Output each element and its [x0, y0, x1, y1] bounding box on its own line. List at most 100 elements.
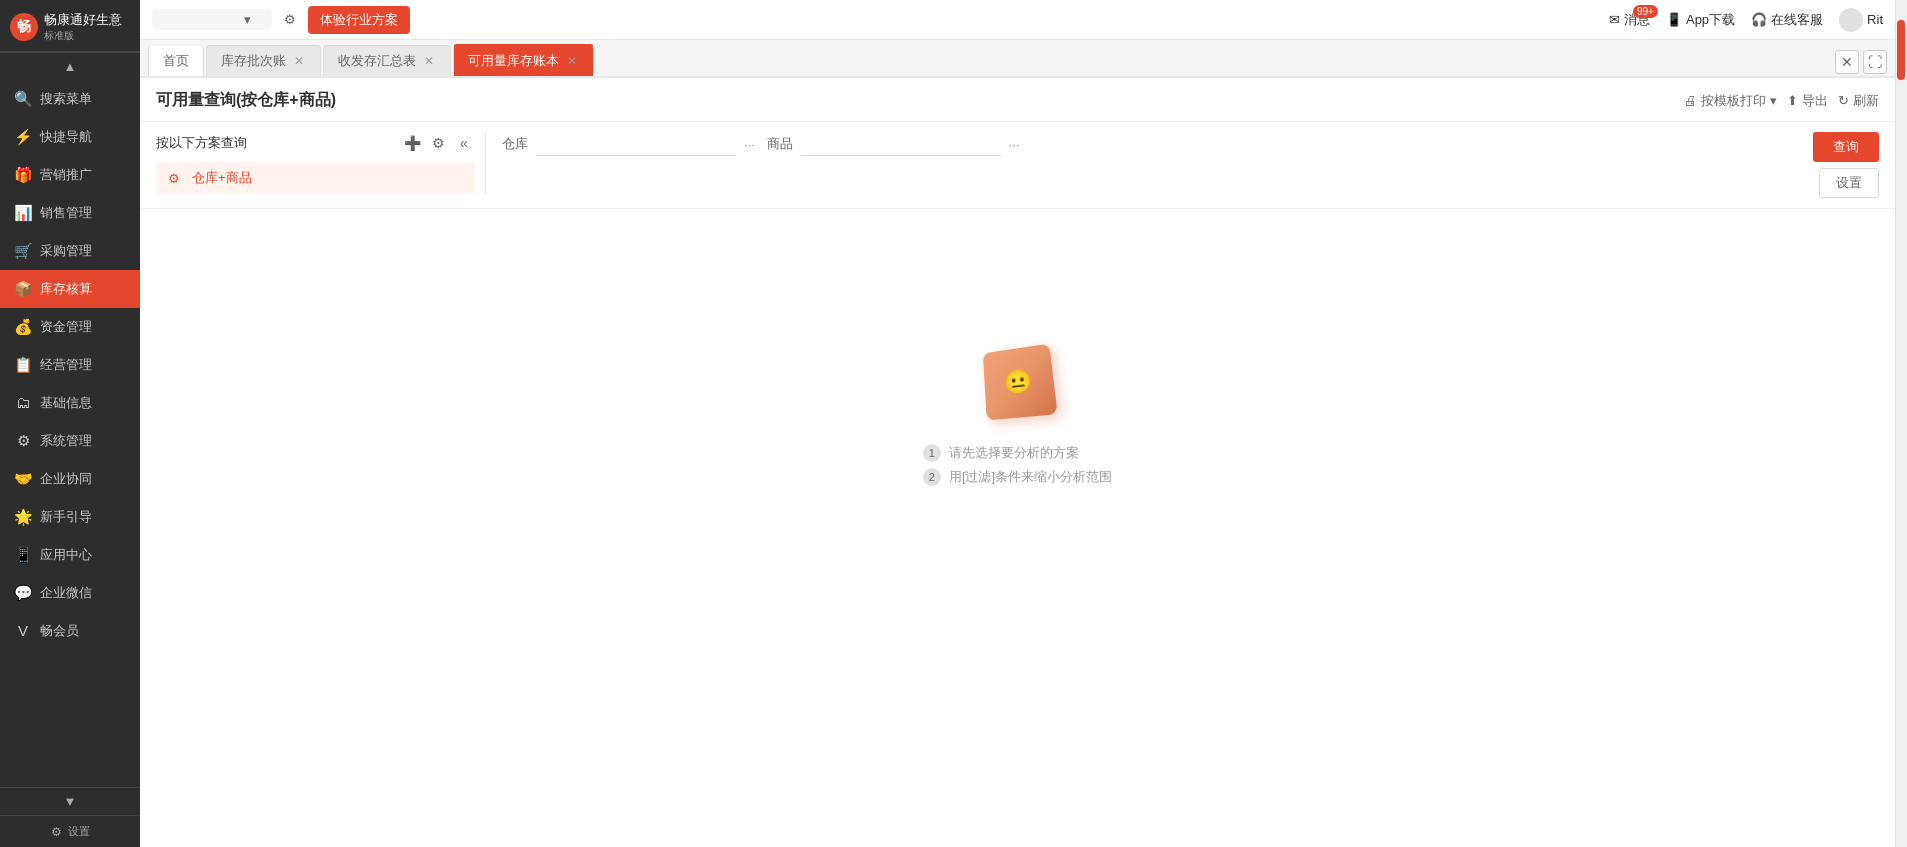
headset-icon: 🎧	[1751, 12, 1767, 27]
sidebar-item-system[interactable]: ⚙ 系统管理	[0, 422, 140, 460]
tab-home[interactable]: 首页	[148, 46, 204, 76]
filter-field-warehouse: 仓库 ···	[502, 132, 755, 156]
warehouse-input[interactable]	[536, 132, 736, 156]
close-icon: ✕	[1841, 54, 1853, 70]
sidebar-item-label: 系统管理	[40, 432, 92, 450]
inventory-icon: 📦	[14, 280, 32, 298]
add-scheme-btn[interactable]: ➕	[401, 132, 423, 154]
industry-btn[interactable]: 体验行业方案	[308, 6, 410, 34]
product-more-btn[interactable]: ···	[1009, 137, 1020, 152]
sidebar-item-shortcut[interactable]: ⚡ 快捷导航	[0, 118, 140, 156]
hint-text-2: 用[过滤]条件来缩小分析范围	[949, 468, 1112, 486]
sidebar-item-base[interactable]: 🗂 基础信息	[0, 384, 140, 422]
sidebar-logo: 畅 畅康通好生意 标准版	[10, 12, 130, 43]
wechat-icon: 💬	[14, 584, 32, 602]
filter-fields: 仓库 ··· 商品 ··· 查询 设置	[486, 132, 1879, 198]
sidebar-item-inventory[interactable]: 📦 库存核算	[0, 270, 140, 308]
filter-buttons: 查询 设置	[1813, 132, 1879, 198]
refresh-icon: ↻	[1838, 93, 1849, 108]
tab-label-available: 可用量库存账本	[468, 52, 559, 70]
sidebar-item-search[interactable]: 🔍 搜索菜单	[0, 80, 140, 118]
sidebar-nav: 🔍 搜索菜单 ⚡ 快捷导航 🎁 营销推广 📊 销售管理 🛒 采购管理 📦 库存核…	[0, 80, 140, 787]
message-badge: 99+	[1633, 5, 1658, 18]
filter-schemes-header: 按以下方案查询 ➕ ⚙ «	[156, 132, 475, 154]
sidebar-item-sales[interactable]: 📊 销售管理	[0, 194, 140, 232]
empty-state: 😐 1 请先选择要分析的方案 2 用[过滤]条件来缩小分析范围	[140, 209, 1895, 609]
filter-settings-btn[interactable]: 设置	[1819, 168, 1879, 198]
fullscreen-btn[interactable]: ⛶	[1863, 50, 1887, 74]
scheme-item-warehouse-product[interactable]: ⚙ 仓库+商品	[156, 162, 475, 194]
sales-icon: 📊	[14, 204, 32, 222]
page-title: 可用量查询(按仓库+商品)	[156, 90, 336, 111]
header-gear-btn[interactable]: ⚙	[280, 8, 300, 31]
empty-illustration: 😐	[968, 332, 1068, 432]
message-icon: ✉	[1609, 12, 1620, 27]
box-face-icon: 😐	[1002, 367, 1034, 398]
sidebar-item-label: 企业微信	[40, 584, 92, 602]
print-btn[interactable]: 🖨 按模板打印 ▾	[1684, 92, 1777, 110]
online-service-btn[interactable]: 🎧 在线客服	[1751, 11, 1823, 29]
filter-area: 按以下方案查询 ➕ ⚙ « ⚙ 仓库+商品 仓库	[140, 122, 1895, 209]
hint-num-2: 2	[923, 468, 941, 486]
product-input[interactable]	[801, 132, 1001, 156]
sidebar-item-label: 应用中心	[40, 546, 92, 564]
sidebar-item-wechat[interactable]: 💬 企业微信	[0, 574, 140, 612]
sidebar-item-purchase[interactable]: 🛒 采购管理	[0, 232, 140, 270]
operation-icon: 📋	[14, 356, 32, 374]
message-btn[interactable]: ✉ 消息 99+	[1609, 11, 1650, 29]
empty-hint-1: 1 请先选择要分析的方案	[923, 444, 1112, 462]
sidebar-scroll-down[interactable]: ▼	[0, 787, 140, 815]
tab-label-home: 首页	[163, 52, 189, 70]
sidebar-item-label: 营销推广	[40, 166, 92, 184]
marketing-icon: 🎁	[14, 166, 32, 184]
sidebar-footer[interactable]: ⚙ 设置	[0, 815, 140, 847]
sidebar-item-label: 库存核算	[40, 280, 92, 298]
hint-text-1: 请先选择要分析的方案	[949, 444, 1079, 462]
settings-scheme-btn[interactable]: ⚙	[427, 132, 449, 154]
close-tab-btn[interactable]: ✕	[1835, 50, 1859, 74]
tab-batch[interactable]: 库存批次账✕	[206, 45, 321, 76]
collapse-scheme-btn[interactable]: «	[453, 132, 475, 154]
empty-hint-2: 2 用[过滤]条件来缩小分析范围	[923, 468, 1112, 486]
dropdown-icon: ▾	[244, 12, 251, 27]
newuser-icon: 🌟	[14, 508, 32, 526]
sidebar-header: 畅 畅康通好生意 标准版	[0, 0, 140, 52]
header-search-group: ▾	[152, 9, 272, 30]
appstore-icon: 📱	[14, 546, 32, 564]
empty-hints: 1 请先选择要分析的方案 2 用[过滤]条件来缩小分析范围	[923, 444, 1112, 486]
tab-close-batch[interactable]: ✕	[292, 54, 306, 68]
filter-schemes-label: 按以下方案查询	[156, 134, 247, 152]
right-scrollbar[interactable]	[1895, 0, 1907, 847]
sidebar-item-label: 销售管理	[40, 204, 92, 222]
filter-field-product: 商品 ···	[767, 132, 1020, 156]
user-menu-btn[interactable]: Rit	[1839, 8, 1883, 32]
tab-close-available[interactable]: ✕	[565, 54, 579, 68]
sidebar-item-vip[interactable]: V 畅会员	[0, 612, 140, 650]
sidebar-item-label: 搜索菜单	[40, 90, 92, 108]
sidebar-item-finance[interactable]: 💰 资金管理	[0, 308, 140, 346]
sidebar-item-newuser[interactable]: 🌟 新手引导	[0, 498, 140, 536]
scroll-thumb[interactable]	[1897, 20, 1905, 80]
sidebar-item-operation[interactable]: 📋 经营管理	[0, 346, 140, 384]
tab-available[interactable]: 可用量库存账本 ✕	[453, 44, 594, 76]
gear-icon: ⚙	[284, 12, 296, 27]
sidebar-item-marketing[interactable]: 🎁 营销推广	[0, 156, 140, 194]
header-dropdown-btn[interactable]: ▾	[244, 12, 251, 27]
chevron-down-icon: ▼	[64, 794, 77, 809]
tab-label-summary: 收发存汇总表	[338, 52, 416, 70]
sidebar-item-appstore[interactable]: 📱 应用中心	[0, 536, 140, 574]
export-btn[interactable]: ⬆ 导出	[1787, 92, 1828, 110]
empty-box-icon: 😐	[982, 344, 1057, 421]
warehouse-more-btn[interactable]: ···	[744, 137, 755, 152]
sidebar-item-enterprise[interactable]: 🤝 企业协同	[0, 460, 140, 498]
refresh-btn[interactable]: ↻ 刷新	[1838, 92, 1879, 110]
tab-bar-actions: ✕ ⛶	[1835, 50, 1887, 76]
header-search-input[interactable]	[160, 13, 240, 27]
mobile-icon: 📱	[1666, 12, 1682, 27]
query-btn[interactable]: 查询	[1813, 132, 1879, 162]
tab-close-summary[interactable]: ✕	[422, 54, 436, 68]
main-area: ▾ ⚙ 体验行业方案 ✉ 消息 99+ 📱 App下载 🎧 在	[140, 0, 1895, 847]
app-download-btn[interactable]: 📱 App下载	[1666, 11, 1735, 29]
tab-summary[interactable]: 收发存汇总表 ✕	[323, 45, 451, 76]
sidebar-scroll-up[interactable]: ▲	[0, 52, 140, 80]
